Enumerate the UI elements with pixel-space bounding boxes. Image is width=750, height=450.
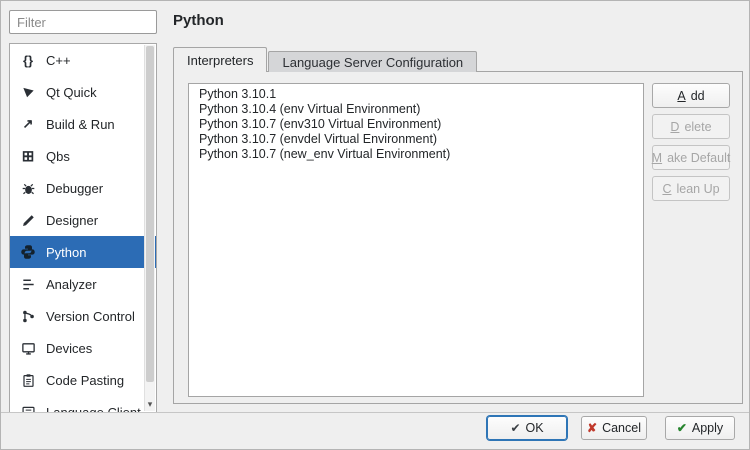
tab-label: Language Server Configuration	[282, 54, 464, 70]
sidebar-item-label: Designer	[46, 212, 99, 228]
devices-icon	[19, 341, 37, 356]
sidebar-item-build-run[interactable]: ↗ Build & Run	[10, 108, 156, 140]
filter-input[interactable]	[9, 10, 157, 34]
qt-quick-icon	[19, 85, 37, 100]
cpp-icon: {}	[22, 52, 34, 68]
interpreter-actions: Add Delete Make Default Clean Up	[652, 83, 730, 201]
sidebar-item-cpp[interactable]: {} C++	[10, 44, 156, 76]
designer-icon	[19, 213, 37, 228]
analyzer-icon	[19, 277, 37, 292]
sidebar-item-label: Build & Run	[46, 116, 115, 132]
category-sidebar: {} C++ Qt Quick ↗ Build & Run ⊞ Qbs Debu…	[9, 43, 157, 413]
interpreter-item[interactable]: Python 3.10.7 (new_env Virtual Environme…	[189, 147, 643, 162]
sidebar-item-label: Devices	[46, 340, 93, 356]
sidebar-item-label: Python	[46, 244, 87, 260]
apply-button[interactable]: ✔ Apply	[665, 416, 735, 440]
sidebar-item-label: Debugger	[46, 180, 104, 196]
cancel-x-icon: ✘	[587, 421, 598, 435]
sidebar-item-label: Qt Quick	[46, 84, 97, 100]
cancel-button[interactable]: ✘ Cancel	[581, 416, 647, 440]
tab-label: Interpreters	[187, 52, 254, 68]
sidebar-item-language-client[interactable]: Language Client	[10, 396, 156, 412]
interpreter-item[interactable]: Python 3.10.7 (envdel Virtual Environmen…	[189, 132, 643, 147]
qbs-icon: ⊞	[21, 148, 35, 165]
tab-bar: Interpreters Language Server Configurati…	[173, 47, 478, 72]
sidebar-item-label: Analyzer	[46, 276, 97, 292]
delete-button: Delete	[652, 114, 730, 139]
interpreter-item[interactable]: Python 3.10.1	[189, 87, 643, 102]
sidebar-scrollbar[interactable]: ▾	[144, 45, 155, 411]
sidebar-item-code-pasting[interactable]: Code Pasting	[10, 364, 156, 396]
sidebar-item-label: Code Pasting	[46, 372, 125, 388]
sidebar-item-label: Qbs	[46, 148, 70, 164]
scrollbar-thumb[interactable]	[146, 46, 154, 382]
ok-check-icon: ✔	[510, 421, 521, 435]
scrollbar-down-arrow-icon[interactable]: ▾	[145, 398, 155, 411]
cancel-button-label: Cancel	[602, 421, 641, 435]
code-pasting-icon	[19, 373, 37, 388]
make-default-button: Make Default	[652, 145, 730, 170]
interpreters-panel: Python 3.10.1 Python 3.10.4 (env Virtual…	[173, 71, 743, 404]
interpreter-item[interactable]: Python 3.10.7 (env310 Virtual Environmen…	[189, 117, 643, 132]
interpreter-list[interactable]: Python 3.10.1 Python 3.10.4 (env Virtual…	[188, 83, 644, 397]
ok-button-label: OK	[525, 421, 544, 435]
build-run-icon: ↗	[22, 116, 34, 131]
debugger-icon	[19, 181, 37, 196]
interpreter-item[interactable]: Python 3.10.4 (env Virtual Environment)	[189, 102, 643, 117]
sidebar-item-debugger[interactable]: Debugger	[10, 172, 156, 204]
sidebar-item-designer[interactable]: Designer	[10, 204, 156, 236]
options-dialog: {} C++ Qt Quick ↗ Build & Run ⊞ Qbs D	[0, 0, 750, 450]
python-icon	[19, 244, 37, 260]
clean-up-button: Clean Up	[652, 176, 730, 201]
sidebar-item-label: Version Control	[46, 308, 135, 324]
sidebar-item-qt-quick[interactable]: Qt Quick	[10, 76, 156, 108]
apply-check-icon: ✔	[676, 421, 687, 435]
sidebar-item-devices[interactable]: Devices	[10, 332, 156, 364]
sidebar-item-version-control[interactable]: Version Control	[10, 300, 156, 332]
bottom-separator	[1, 412, 749, 413]
sidebar-item-label: C++	[46, 52, 71, 68]
page-title: Python	[173, 12, 224, 29]
sidebar-item-python[interactable]: Python	[10, 236, 156, 268]
version-control-icon	[19, 309, 37, 324]
tab-language-server-configuration[interactable]: Language Server Configuration	[268, 51, 478, 72]
tab-interpreters[interactable]: Interpreters	[173, 47, 268, 72]
ok-button[interactable]: ✔ OK	[487, 416, 567, 440]
sidebar-item-qbs[interactable]: ⊞ Qbs	[10, 140, 156, 172]
sidebar-item-analyzer[interactable]: Analyzer	[10, 268, 156, 300]
add-button[interactable]: Add	[652, 83, 730, 108]
apply-button-label: Apply	[691, 421, 724, 435]
